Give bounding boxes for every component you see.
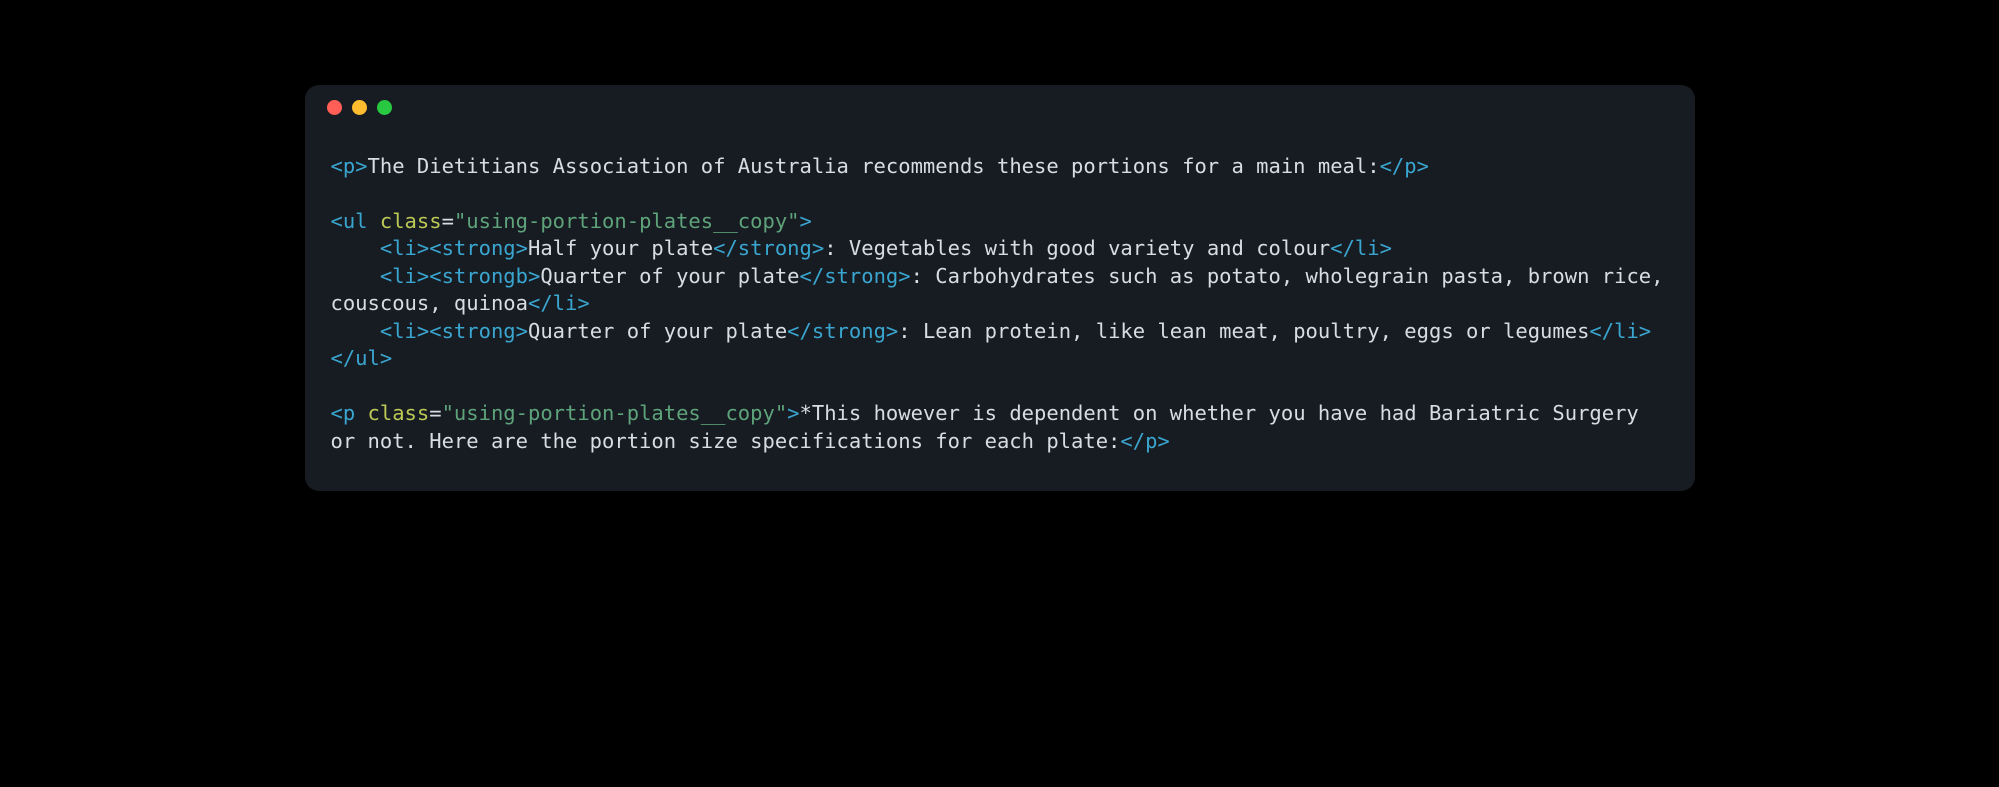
code-token-txt [331, 264, 380, 288]
code-token-tag: <li><strong> [380, 236, 528, 260]
code-token-txt [331, 236, 380, 260]
maximize-icon[interactable] [377, 100, 392, 115]
code-token-eq: = [442, 209, 454, 233]
code-token-tag: <p> [331, 154, 368, 178]
code-token-attrv: "using-portion-plates__copy" [442, 401, 788, 425]
minimize-icon[interactable] [352, 100, 367, 115]
code-window: <p>The Dietitians Association of Austral… [305, 85, 1695, 491]
code-token-tag: </strong> [787, 319, 898, 343]
code-token-txt: : Vegetables with good variety and colou… [824, 236, 1330, 260]
code-token-attrn: class [368, 401, 430, 425]
code-token-txt: The Dietitians Association of Australia … [368, 154, 1380, 178]
code-token-tag: </li> [1330, 236, 1392, 260]
code-token-tag: </li> [528, 291, 590, 315]
code-token-txt: Quarter of your plate [528, 319, 787, 343]
close-icon[interactable] [327, 100, 342, 115]
code-token-tag: > [787, 401, 799, 425]
code-token-tag: > [800, 209, 812, 233]
code-token-tag: </p> [1380, 154, 1429, 178]
code-token-tag: <p [331, 401, 368, 425]
code-token-attrv: "using-portion-plates__copy" [454, 209, 800, 233]
code-token-txt: Quarter of your plate [540, 264, 799, 288]
window-titlebar [305, 85, 1695, 129]
code-token-attrn: class [380, 209, 442, 233]
code-token-tag: <li><strong> [380, 319, 528, 343]
code-token-eq: = [429, 401, 441, 425]
code-token-txt: : Lean protein, like lean meat, poultry,… [898, 319, 1589, 343]
code-content: <p>The Dietitians Association of Austral… [305, 129, 1695, 491]
code-token-txt: Half your plate [528, 236, 713, 260]
code-token-tag: </strong> [800, 264, 911, 288]
code-token-txt [331, 319, 380, 343]
code-token-tag: </li> [1589, 319, 1651, 343]
code-token-tag: </p> [1120, 429, 1169, 453]
code-token-tag: <li><strongb> [380, 264, 540, 288]
code-token-tag: </ul> [331, 346, 393, 370]
code-token-tag: </strong> [713, 236, 824, 260]
code-token-tag: <ul [331, 209, 380, 233]
